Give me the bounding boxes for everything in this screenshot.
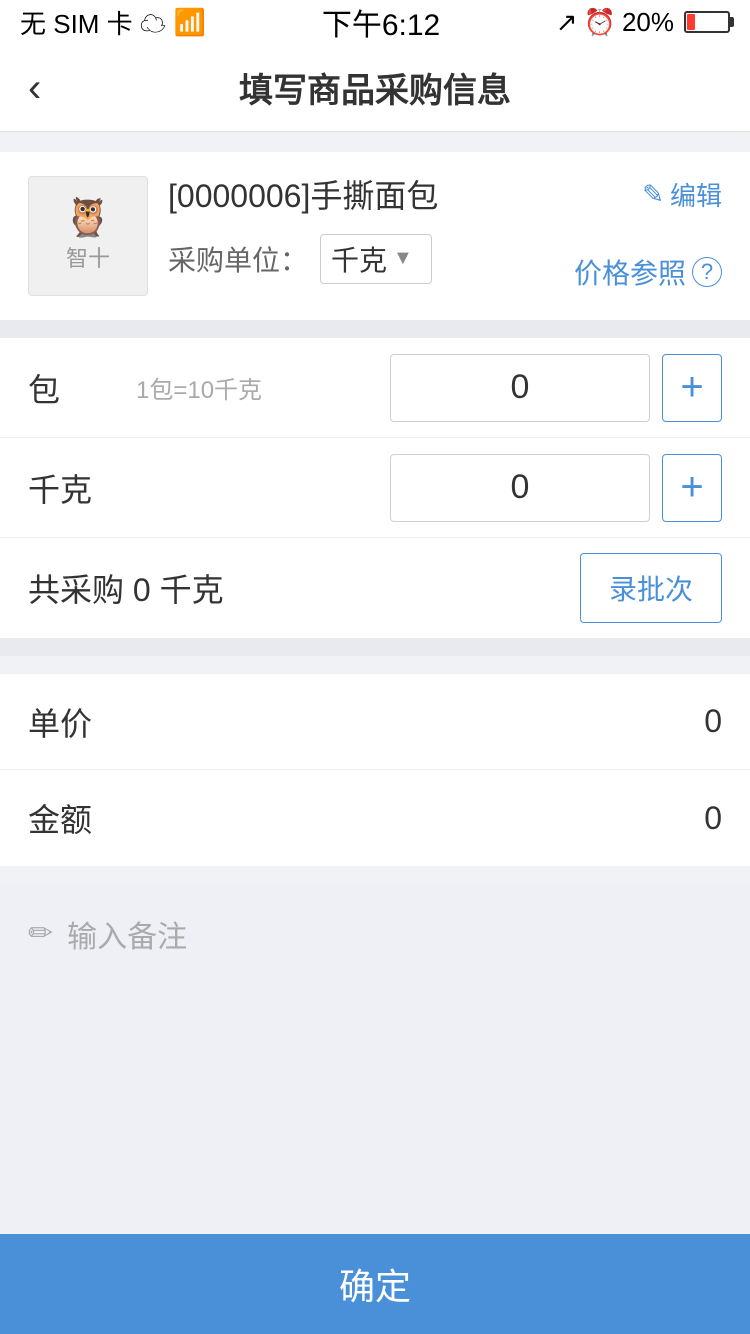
- nav-bar: ‹ 填写商品采购信息: [0, 44, 750, 132]
- price-ref-button[interactable]: 价格参照 ?: [574, 252, 722, 292]
- qianke-field: 0 +: [128, 454, 722, 522]
- page-title: 填写商品采购信息: [239, 63, 511, 112]
- bao-plus-button[interactable]: +: [662, 354, 722, 422]
- danjia-row: 单价 0: [0, 674, 750, 770]
- wifi-icon: 📶: [174, 7, 206, 38]
- location-icon: ↗: [556, 7, 578, 38]
- qianke-label: 千克: [28, 465, 128, 511]
- bao-label: 包: [28, 365, 128, 411]
- product-name: [0000006]手撕面包: [168, 176, 722, 218]
- price-ref-label: 价格参照: [574, 252, 686, 292]
- danjia-value: 0: [704, 703, 722, 740]
- bao-input[interactable]: 0: [390, 354, 650, 422]
- qianke-plus-button[interactable]: +: [662, 454, 722, 522]
- product-thumbnail: 🦉 智十: [28, 176, 148, 296]
- jine-label: 金额: [28, 795, 92, 841]
- unit-label: 采购单位：: [168, 239, 308, 279]
- remark-placeholder: 输入备注: [67, 912, 187, 956]
- input-section: 包 1包=10千克 0 + 千克 0 + 共采购 0 千克 录批次: [0, 338, 750, 638]
- unit-value: 千克: [331, 239, 387, 279]
- section-divider-2: [0, 638, 750, 656]
- product-thumb-subtext: 智十: [66, 241, 110, 273]
- battery-icon: [684, 11, 730, 33]
- qianke-row: 千克 0 +: [0, 438, 750, 538]
- bao-row: 包 1包=10千克 0 +: [0, 338, 750, 438]
- edit-icon: ✎: [642, 179, 664, 210]
- price-ref-icon: ?: [692, 257, 722, 287]
- remark-icon: ✏: [28, 916, 53, 951]
- status-time: 下午6:12: [322, 0, 440, 44]
- qianke-input[interactable]: 0: [390, 454, 650, 522]
- status-right: ↗ ⏰ 20%: [556, 7, 730, 38]
- summary-text: 共采购 0 千克: [28, 565, 224, 611]
- bao-field: 0 +: [262, 354, 722, 422]
- section-divider-1: [0, 320, 750, 338]
- no-sim-text: 无 SIM 卡 ☁: [20, 4, 166, 41]
- confirm-button[interactable]: 确定: [0, 1234, 750, 1334]
- back-button[interactable]: ‹: [28, 68, 41, 108]
- product-owl-icon: 🦉: [64, 199, 111, 237]
- unit-select[interactable]: 千克 ▼: [320, 234, 432, 284]
- jine-value: 0: [704, 800, 722, 837]
- status-left: 无 SIM 卡 ☁ 📶: [20, 4, 206, 41]
- jine-row: 金额 0: [0, 770, 750, 866]
- status-bar: 无 SIM 卡 ☁ 📶 下午6:12 ↗ ⏰ 20%: [0, 0, 750, 44]
- summary-row: 共采购 0 千克 录批次: [0, 538, 750, 638]
- price-section: 单价 0 金额 0: [0, 674, 750, 866]
- edit-button[interactable]: ✎ 编辑: [642, 176, 722, 213]
- product-card: 🦉 智十 [0000006]手撕面包 采购单位： 千克 ▼ ✎ 编辑 价格参照 …: [0, 152, 750, 320]
- alarm-icon: ⏰: [584, 7, 616, 38]
- danjia-label: 单价: [28, 699, 92, 745]
- battery-percent: 20%: [622, 7, 674, 38]
- bao-sublabel: 1包=10千克: [136, 370, 262, 405]
- batch-button[interactable]: 录批次: [580, 553, 722, 623]
- unit-arrow-icon: ▼: [393, 247, 413, 270]
- edit-label: 编辑: [670, 176, 722, 213]
